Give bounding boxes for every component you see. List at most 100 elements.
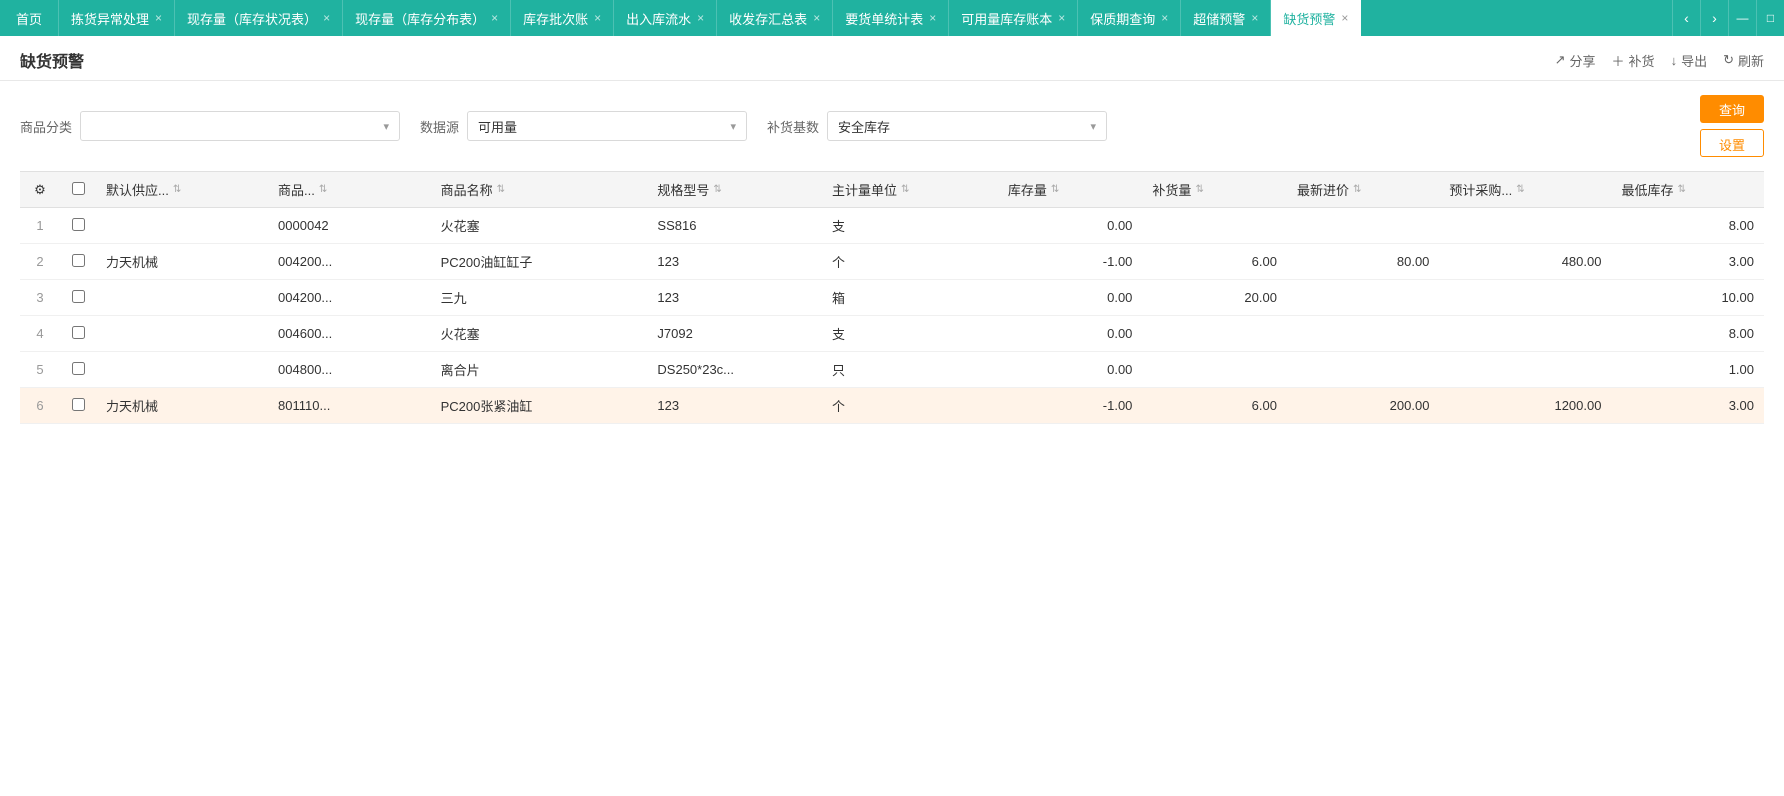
column-min-stock[interactable]: 最低库存 ⇅ [1611, 172, 1764, 208]
nav-maximize[interactable]: □ [1756, 0, 1784, 36]
nav-tab-abnormal[interactable]: 拣货异常处理 × [59, 0, 175, 36]
nav-tab-expiry[interactable]: 保质期查询 × [1078, 0, 1181, 36]
main-content: 缺货预警 ↗ 分享 ＋ 补货 ↓ 导出 ↻ 刷新 商品分类 [0, 36, 1784, 796]
column-code[interactable]: 商品... ⇅ [268, 172, 431, 208]
cell-checkbox-0[interactable] [60, 208, 96, 244]
table-row: 1 0000042 火花塞 SS816 支 0.00 8.00 [20, 208, 1764, 244]
column-replenish[interactable]: 补货量 ⇅ [1142, 172, 1287, 208]
nav-tab-inout[interactable]: 出入库流水 × [614, 0, 717, 36]
cell-checkbox-2[interactable] [60, 280, 96, 316]
row-checkbox-2[interactable] [72, 290, 85, 303]
replenish-base-select[interactable]: 安全库存 ▾ [827, 111, 1107, 141]
column-latest-price[interactable]: 最新进价 ⇅ [1287, 172, 1439, 208]
cell-checkbox-3[interactable] [60, 316, 96, 352]
column-checkbox-header[interactable] [60, 172, 96, 208]
cell-minstock-5: 3.00 [1611, 388, 1764, 424]
top-navigation: 首页 拣货异常处理 × 现存量（库存状况表） × 现存量（库存分布表） × 库存… [0, 0, 1784, 36]
cell-unit-4: 只 [822, 352, 998, 388]
row-checkbox-4[interactable] [72, 362, 85, 375]
column-spec[interactable]: 规格型号 ⇅ [647, 172, 822, 208]
sort-stock-icon: ⇅ [1051, 184, 1059, 195]
replenish-button[interactable]: ＋ 补货 [1612, 51, 1655, 70]
sort-replenish-icon: ⇅ [1195, 184, 1203, 195]
category-filter: 商品分类 ▾ [20, 111, 400, 141]
nav-tab-shortage[interactable]: 缺货预警 × [1271, 0, 1361, 36]
column-supplier[interactable]: 默认供应... ⇅ [96, 172, 268, 208]
replenish-icon: ＋ [1612, 51, 1625, 70]
close-tab-shortage[interactable]: × [1341, 11, 1348, 25]
cell-code-1: 004200... [268, 244, 431, 280]
cell-checkbox-1[interactable] [60, 244, 96, 280]
cell-minstock-3: 8.00 [1611, 316, 1764, 352]
nav-scroll-left[interactable]: ‹ [1672, 0, 1700, 36]
row-checkbox-3[interactable] [72, 326, 85, 339]
close-tab-abnormal[interactable]: × [155, 11, 162, 25]
cell-price-3 [1287, 316, 1439, 352]
nav-tab-overstock[interactable]: 超储预警 × [1181, 0, 1271, 36]
nav-tab-order-stat[interactable]: 要货单统计表 × [833, 0, 949, 36]
close-tab-expiry[interactable]: × [1161, 11, 1168, 25]
table-header-row: ⚙ 默认供应... ⇅ 商品... ⇅ [20, 172, 1764, 208]
table-container: ⚙ 默认供应... ⇅ 商品... ⇅ [0, 171, 1784, 424]
export-button[interactable]: ↓ 导出 [1671, 51, 1708, 70]
nav-tab-home[interactable]: 首页 [0, 0, 59, 36]
close-tab-overstock[interactable]: × [1251, 11, 1258, 25]
cell-code-0: 0000042 [268, 208, 431, 244]
category-chevron-icon: ▾ [383, 120, 389, 133]
cell-supplier-1: 力天机械 [96, 244, 268, 280]
close-tab-avail-ledger[interactable]: × [1058, 11, 1065, 25]
cell-stock-0: 0.00 [998, 208, 1143, 244]
select-all-checkbox[interactable] [72, 182, 85, 195]
replenish-base-value: 安全库存 [838, 117, 890, 136]
settings-button[interactable]: 设置 [1700, 129, 1764, 157]
column-unit[interactable]: 主计量单位 ⇅ [822, 172, 998, 208]
cell-index-1: 2 [20, 244, 60, 280]
datasource-select[interactable]: 可用量 ▾ [467, 111, 747, 141]
cell-stock-5: -1.00 [998, 388, 1143, 424]
table-row: 2 力天机械 004200... PC200油缸缸子 123 个 -1.00 6… [20, 244, 1764, 280]
cell-forecast-4 [1439, 352, 1611, 388]
close-tab-order-stat[interactable]: × [929, 11, 936, 25]
cell-supplier-3 [96, 316, 268, 352]
cell-spec-5: 123 [647, 388, 822, 424]
nav-tab-collect[interactable]: 收发存汇总表 × [717, 0, 833, 36]
cell-spec-0: SS816 [647, 208, 822, 244]
table-row: 5 004800... 离合片 DS250*23c... 只 0.00 1.00 [20, 352, 1764, 388]
nav-tab-stock-status[interactable]: 现存量（库存状况表） × [175, 0, 343, 36]
cell-checkbox-4[interactable] [60, 352, 96, 388]
close-tab-inout[interactable]: × [697, 11, 704, 25]
sort-supplier-icon: ⇅ [173, 184, 181, 195]
row-checkbox-1[interactable] [72, 254, 85, 267]
action-buttons: 查询 设置 [1700, 95, 1764, 157]
data-table: ⚙ 默认供应... ⇅ 商品... ⇅ [20, 171, 1764, 424]
cell-name-1: PC200油缸缸子 [431, 244, 648, 280]
cell-checkbox-5[interactable] [60, 388, 96, 424]
column-settings-icon[interactable]: ⚙ [20, 172, 60, 208]
column-forecast-purchase[interactable]: 预计采购... ⇅ [1439, 172, 1611, 208]
row-checkbox-0[interactable] [72, 218, 85, 231]
replenish-base-label: 补货基数 [767, 117, 819, 136]
column-stock[interactable]: 库存量 ⇅ [998, 172, 1143, 208]
query-button[interactable]: 查询 [1700, 95, 1764, 123]
table-row: 4 004600... 火花塞 J7092 支 0.00 8.00 [20, 316, 1764, 352]
cell-supplier-5: 力天机械 [96, 388, 268, 424]
nav-tab-batch[interactable]: 库存批次账 × [511, 0, 614, 36]
share-button[interactable]: ↗ 分享 [1555, 51, 1596, 70]
category-select[interactable]: ▾ [80, 111, 400, 141]
nav-tab-stock-dist[interactable]: 现存量（库存分布表） × [343, 0, 511, 36]
refresh-button[interactable]: ↻ 刷新 [1723, 51, 1764, 70]
column-name[interactable]: 商品名称 ⇅ [431, 172, 648, 208]
nav-tab-avail-ledger[interactable]: 可用量库存账本 × [949, 0, 1078, 36]
close-tab-batch[interactable]: × [594, 11, 601, 25]
nav-scroll-right[interactable]: › [1700, 0, 1728, 36]
replenish-base-filter: 补货基数 安全库存 ▾ [767, 111, 1107, 141]
close-tab-collect[interactable]: × [813, 11, 820, 25]
datasource-label: 数据源 [420, 117, 459, 136]
cell-code-3: 004600... [268, 316, 431, 352]
nav-minimize[interactable]: — [1728, 0, 1756, 36]
close-tab-stock-dist[interactable]: × [491, 11, 498, 25]
nav-arrow-controls: ‹ › — □ [1672, 0, 1784, 36]
close-tab-stock-status[interactable]: × [323, 11, 330, 25]
row-checkbox-5[interactable] [72, 398, 85, 411]
sort-forecast-icon: ⇅ [1516, 184, 1524, 195]
